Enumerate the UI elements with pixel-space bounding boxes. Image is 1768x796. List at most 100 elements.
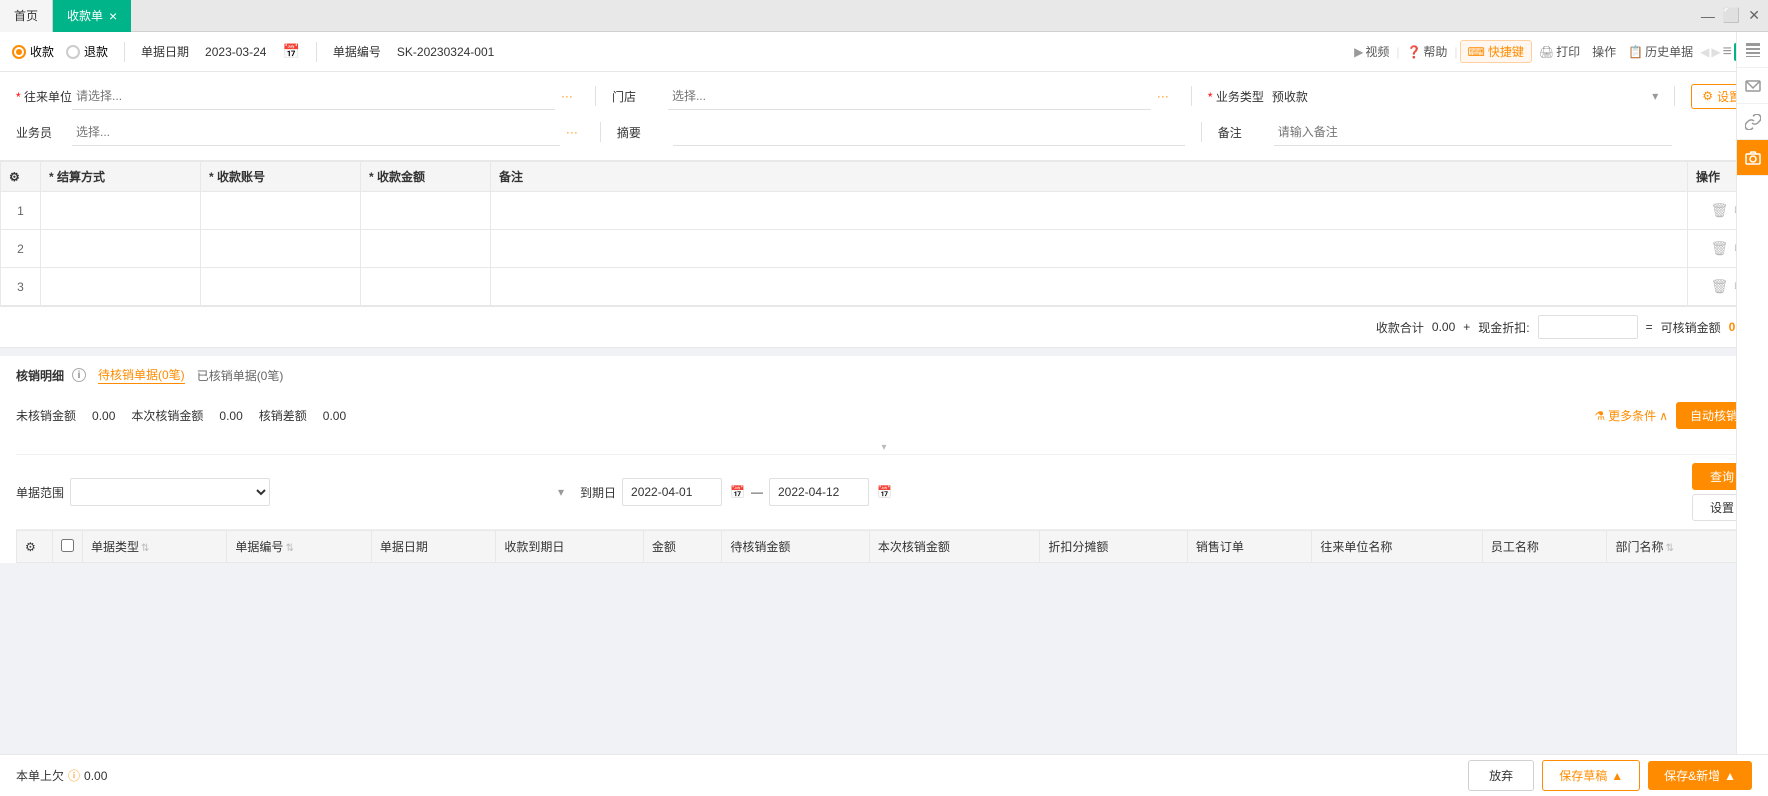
sidebar-email-icon[interactable] <box>1737 68 1768 104</box>
amount-input-2[interactable] <box>361 230 490 267</box>
amount-input-1[interactable] <box>361 192 490 229</box>
business-type-arrow[interactable]: ▾ <box>1652 89 1658 103</box>
counterparty-label: 往来单位 <box>16 88 72 105</box>
settlement-input-2[interactable] <box>41 230 200 267</box>
summary-input[interactable] <box>673 118 1185 146</box>
counterparty-field: 往来单位 ··· <box>16 82 579 110</box>
refund-radio[interactable]: 退款 <box>66 43 108 60</box>
account-cell-3[interactable] <box>201 268 361 306</box>
minimize-icon[interactable]: — <box>1701 8 1715 24</box>
main-table-section: ⚙ * 结算方式 * 收款账号 * 收款金额 备注 操作 1 🗑 ⧉ <box>0 161 1768 306</box>
calendar-to-icon[interactable]: 📅 <box>877 485 892 499</box>
shortcut-btn[interactable]: ⌨ 快捷键 <box>1460 40 1532 63</box>
delete-icon-2[interactable]: 🗑 <box>1711 240 1729 257</box>
counterparty-input[interactable] <box>72 82 555 110</box>
business-type-label: 业务类型 <box>1208 88 1264 105</box>
video-btn[interactable]: ▶ 视频 <box>1349 41 1394 62</box>
radio-group: 收款 退款 <box>12 43 108 60</box>
settlement-input-3[interactable] <box>41 268 200 305</box>
window-close-icon[interactable]: ✕ <box>1748 7 1760 24</box>
discount-label: 现金折扣: <box>1478 319 1529 336</box>
menu-icon[interactable]: ≡ <box>1723 43 1732 61</box>
sidebar-link-icon[interactable] <box>1737 104 1768 140</box>
counterparty-dots[interactable]: ··· <box>555 89 579 103</box>
store-input[interactable] <box>668 82 1151 110</box>
stats-row: 未核销金额 0.00 本次核销金额 0.00 核销差额 0.00 ⚗ 更多条件 … <box>16 390 1752 441</box>
save-btn[interactable]: 保存&新增 ▲ <box>1648 761 1752 790</box>
col-due-date-header: 收款到期日 <box>496 531 644 563</box>
calendar-from-icon[interactable]: 📅 <box>730 485 745 499</box>
note-input-3[interactable] <box>491 268 1687 305</box>
salesperson-input[interactable] <box>72 118 560 146</box>
tab-receipt-label: 收款单 <box>67 0 103 32</box>
save-label: 保存&新增 <box>1664 767 1720 784</box>
amount-cell-1[interactable] <box>361 192 491 230</box>
total-value: 0.00 <box>1432 320 1455 334</box>
draft-btn[interactable]: 保存草稿 ▲ <box>1542 760 1640 791</box>
account-input-1[interactable] <box>201 192 360 229</box>
help-btn[interactable]: ❓ 帮助 <box>1401 41 1452 62</box>
restore-icon[interactable]: ⬜ <box>1723 7 1740 24</box>
tab-close-icon[interactable]: × <box>109 9 117 23</box>
date-to-input[interactable] <box>769 478 869 506</box>
calendar-icon[interactable]: 📅 <box>282 43 299 60</box>
history-icon: 📋 <box>1628 45 1643 59</box>
date-range-select[interactable] <box>70 478 270 506</box>
settlement-cell-1[interactable] <box>41 192 201 230</box>
shortcut-icon: ⌨ <box>1468 45 1485 59</box>
col-sales-order-header: 销售订单 <box>1187 531 1312 563</box>
note-input-2[interactable] <box>491 230 1687 267</box>
date-from-input[interactable] <box>622 478 722 506</box>
gear-icon[interactable]: ⚙ <box>9 170 20 184</box>
account-cell-1[interactable] <box>201 192 361 230</box>
note-cell-3[interactable] <box>491 268 1688 306</box>
note-input-1[interactable] <box>491 192 1687 229</box>
main-table: ⚙ * 结算方式 * 收款账号 * 收款金额 备注 操作 1 🗑 ⧉ <box>0 161 1768 306</box>
delete-icon-1[interactable]: 🗑 <box>1711 202 1729 219</box>
history-btn[interactable]: 📋 历史单据 <box>1623 41 1698 62</box>
amount-input-3[interactable] <box>361 268 490 305</box>
pending-tab[interactable]: 待核销单据(0笔) <box>98 366 185 384</box>
note-input[interactable] <box>1274 118 1672 146</box>
sidebar-camera-icon[interactable] <box>1737 140 1768 176</box>
abandon-btn[interactable]: 放弃 <box>1468 760 1534 791</box>
settlement-cell-3[interactable] <box>41 268 201 306</box>
more-conditions-btn[interactable]: ⚗ 更多条件 ∧ <box>1594 407 1668 424</box>
discount-input[interactable] <box>1538 315 1638 339</box>
account-input-2[interactable] <box>201 230 360 267</box>
settlement-input-1[interactable] <box>41 192 200 229</box>
date-range-field: 单据范围 ▾ <box>16 478 564 506</box>
number-value: SK-20230324-001 <box>397 45 494 59</box>
draft-arrow: ▲ <box>1611 769 1623 783</box>
gear-icon-bottom[interactable]: ⚙ <box>25 540 36 554</box>
bill-label: 本单上欠 <box>16 767 64 784</box>
account-input-3[interactable] <box>201 268 360 305</box>
amount-cell-3[interactable] <box>361 268 491 306</box>
salesperson-label: 业务员 <box>16 124 72 141</box>
receipt-radio[interactable]: 收款 <box>12 43 54 60</box>
current-label: 本次核销金额 <box>131 407 203 424</box>
settlement-cell-2[interactable] <box>41 230 201 268</box>
info-icon[interactable]: i <box>72 368 86 382</box>
delete-icon-3[interactable]: 🗑 <box>1711 278 1729 295</box>
account-cell-2[interactable] <box>201 230 361 268</box>
store-dots[interactable]: ··· <box>1151 89 1175 103</box>
tab-receipt[interactable]: 收款单 × <box>53 0 131 32</box>
tab-home[interactable]: 首页 <box>0 0 53 32</box>
current-value: 0.00 <box>219 409 242 423</box>
salesperson-dots[interactable]: ··· <box>560 125 584 139</box>
select-all-checkbox[interactable] <box>61 539 74 552</box>
business-type-value: 预收款 <box>1264 88 1652 105</box>
save-arrow: ▲ <box>1724 769 1736 783</box>
sidebar-table-icon[interactable] <box>1737 32 1768 68</box>
draft-label: 保存草稿 <box>1559 767 1607 784</box>
operation-btn[interactable]: 操作 <box>1587 41 1621 62</box>
shortcut-label: 快捷键 <box>1488 43 1524 60</box>
note-field: 备注 <box>1218 118 1672 146</box>
note-cell-1[interactable] <box>491 192 1688 230</box>
done-tab[interactable]: 已核销单据(0笔) <box>197 367 284 384</box>
print-btn[interactable]: 🖨 打印 <box>1534 41 1585 62</box>
bill-info-icon[interactable]: ⓘ <box>68 767 80 784</box>
note-cell-2[interactable] <box>491 230 1688 268</box>
amount-cell-2[interactable] <box>361 230 491 268</box>
